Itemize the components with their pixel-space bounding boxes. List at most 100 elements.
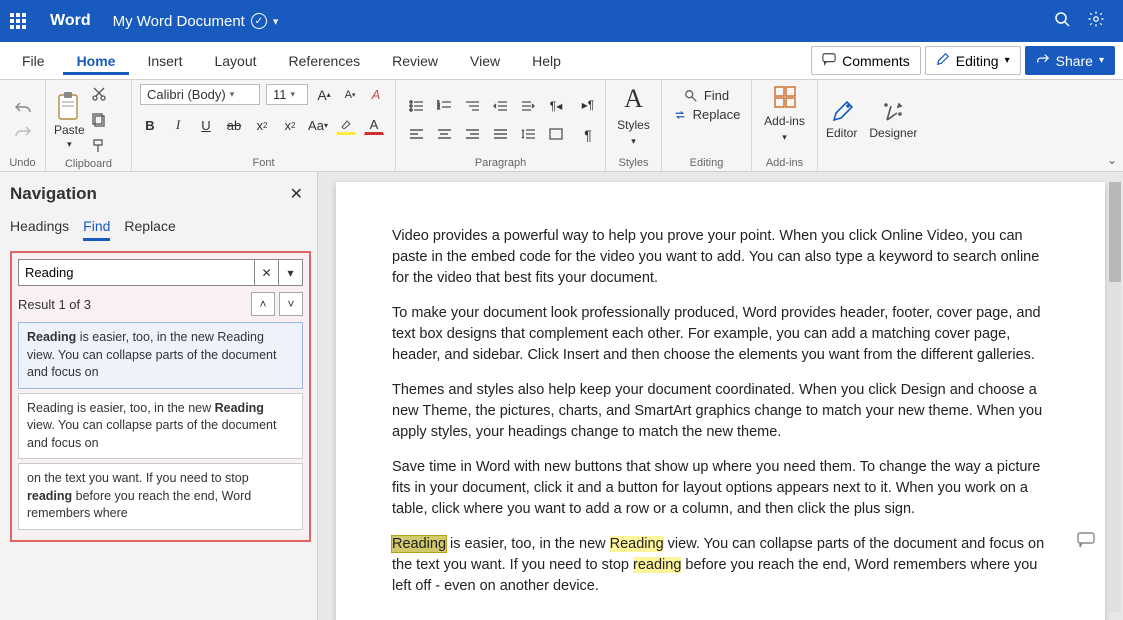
find-hit[interactable]: on the text you want. If you need to sto… bbox=[18, 463, 303, 530]
comment-indicator-icon[interactable] bbox=[1077, 532, 1095, 553]
replace-button[interactable]: Replace bbox=[673, 107, 741, 122]
styles-button[interactable]: A Styles ▾ bbox=[614, 84, 653, 155]
menu-home[interactable]: Home bbox=[63, 47, 130, 75]
menu-file[interactable]: File bbox=[8, 47, 59, 75]
paragraph[interactable]: To make your document look professionall… bbox=[392, 303, 1049, 366]
paragraph[interactable]: Reading is easier, too, in the new Readi… bbox=[392, 534, 1049, 597]
chevron-down-icon: ▾ bbox=[67, 139, 72, 150]
menu-review[interactable]: Review bbox=[378, 47, 452, 75]
font-size-select[interactable]: 11▾ bbox=[266, 84, 308, 105]
grow-font-icon[interactable]: A▴ bbox=[314, 85, 334, 105]
app-launcher-icon[interactable] bbox=[10, 13, 32, 29]
doc-title-chevron-icon[interactable]: ▾ bbox=[273, 15, 279, 28]
justify-icon[interactable] bbox=[488, 122, 512, 146]
styles-icon: A bbox=[624, 84, 643, 114]
multilevel-list-icon[interactable] bbox=[460, 94, 484, 118]
paragraph[interactable]: Themes and styles also help keep your do… bbox=[392, 380, 1049, 443]
comment-icon bbox=[822, 52, 836, 69]
paste-button[interactable]: Paste ▾ bbox=[54, 91, 85, 150]
share-button[interactable]: Share ▾ bbox=[1025, 46, 1115, 75]
save-status-icon[interactable]: ✓ bbox=[251, 13, 267, 29]
paragraph[interactable]: Video provides a powerful way to help yo… bbox=[392, 226, 1049, 289]
scrollbar-thumb[interactable] bbox=[1109, 182, 1121, 282]
undo-icon[interactable] bbox=[13, 98, 33, 118]
editing-mode-button[interactable]: Editing ▾ bbox=[925, 46, 1021, 75]
align-right-icon[interactable] bbox=[460, 122, 484, 146]
find-input[interactable] bbox=[18, 259, 255, 286]
decrease-indent-icon[interactable] bbox=[488, 94, 512, 118]
vertical-scrollbar[interactable] bbox=[1109, 182, 1121, 612]
superscript-button[interactable]: x2 bbox=[280, 115, 300, 135]
menu-layout[interactable]: Layout bbox=[200, 47, 270, 75]
find-next-button[interactable]: ˅ bbox=[279, 292, 303, 316]
nav-tab-find[interactable]: Find bbox=[83, 218, 110, 241]
addins-group-label: Add-ins bbox=[760, 155, 809, 169]
clipboard-group-label: Clipboard bbox=[54, 156, 123, 170]
search-highlight: reading bbox=[633, 557, 681, 573]
search-icon[interactable] bbox=[1045, 11, 1079, 32]
find-prev-button[interactable]: ˄ bbox=[251, 292, 275, 316]
menu-references[interactable]: References bbox=[275, 47, 375, 75]
editor-label: Editor bbox=[826, 126, 857, 140]
main-area: Navigation ✕ Headings Find Replace ✕ ▾ R… bbox=[0, 172, 1123, 620]
find-hit[interactable]: Reading is easier, too, in the new Readi… bbox=[18, 322, 303, 389]
strike-button[interactable]: ab bbox=[224, 115, 244, 135]
menu-view[interactable]: View bbox=[456, 47, 514, 75]
nav-tab-replace[interactable]: Replace bbox=[124, 218, 175, 241]
styles-text: Styles bbox=[617, 118, 650, 132]
find-hit[interactable]: Reading is easier, too, in the new Readi… bbox=[18, 393, 303, 460]
increase-indent-icon[interactable] bbox=[516, 94, 540, 118]
clear-format-icon[interactable]: A bbox=[366, 85, 386, 105]
ribbon: Undo Paste ▾ Clipboard Calibri (Body)▾ 1… bbox=[0, 80, 1123, 172]
show-marks-icon[interactable]: ¶ bbox=[576, 123, 600, 147]
ribbon-collapse-icon[interactable]: ⌄ bbox=[1107, 153, 1117, 167]
search-highlight-current: Reading bbox=[392, 536, 446, 552]
bold-button[interactable]: B bbox=[140, 115, 160, 135]
document-page[interactable]: Video provides a powerful way to help yo… bbox=[336, 182, 1105, 620]
highlight-color-button[interactable] bbox=[336, 115, 356, 135]
font-family-select[interactable]: Calibri (Body)▾ bbox=[140, 84, 260, 105]
document-title[interactable]: My Word Document bbox=[113, 13, 245, 30]
nav-tab-headings[interactable]: Headings bbox=[10, 218, 69, 241]
underline-button[interactable]: U bbox=[196, 115, 216, 135]
find-options-chevron-icon[interactable]: ▾ bbox=[279, 259, 303, 286]
navigation-pane: Navigation ✕ Headings Find Replace ✕ ▾ R… bbox=[0, 172, 318, 620]
cut-icon[interactable] bbox=[89, 84, 109, 104]
subscript-button[interactable]: x2 bbox=[252, 115, 272, 135]
find-button[interactable]: Find bbox=[684, 88, 729, 103]
addins-text: Add-ins bbox=[764, 114, 805, 128]
nav-title: Navigation bbox=[10, 184, 97, 204]
menu-insert[interactable]: Insert bbox=[133, 47, 196, 75]
title-bar: Word My Word Document ✓ ▾ bbox=[0, 0, 1123, 42]
nav-close-icon[interactable]: ✕ bbox=[290, 184, 303, 204]
copy-icon[interactable] bbox=[89, 110, 109, 130]
font-color-button[interactable]: A bbox=[364, 115, 384, 135]
editor-button[interactable]: Editor bbox=[826, 100, 857, 140]
paragraph[interactable]: Save time in Word with new buttons that … bbox=[392, 457, 1049, 520]
format-painter-icon[interactable] bbox=[89, 136, 109, 156]
redo-icon[interactable] bbox=[13, 122, 33, 142]
comments-button[interactable]: Comments bbox=[811, 46, 921, 75]
change-case-button[interactable]: Aa▾ bbox=[308, 115, 328, 135]
align-center-icon[interactable] bbox=[432, 122, 456, 146]
bullets-icon[interactable] bbox=[404, 94, 428, 118]
find-clear-icon[interactable]: ✕ bbox=[255, 259, 279, 286]
share-label: Share bbox=[1056, 53, 1093, 69]
pencil-icon bbox=[936, 52, 950, 69]
designer-label: Designer bbox=[869, 126, 917, 140]
align-left-icon[interactable] bbox=[404, 122, 428, 146]
borders-icon[interactable] bbox=[544, 122, 568, 146]
addins-button[interactable]: Add-ins ▾ bbox=[760, 84, 809, 155]
paragraph-ltr-icon[interactable]: ▸¶ bbox=[576, 93, 600, 117]
menu-help[interactable]: Help bbox=[518, 47, 575, 75]
shrink-font-icon[interactable]: A▾ bbox=[340, 85, 360, 105]
share-icon bbox=[1036, 52, 1050, 69]
numbering-icon[interactable]: 12 bbox=[432, 94, 456, 118]
settings-gear-icon[interactable] bbox=[1079, 10, 1113, 33]
paragraph-rtl-icon[interactable]: ¶◂ bbox=[544, 94, 568, 118]
find-result-count: Result 1 of 3 bbox=[18, 297, 91, 312]
line-spacing-icon[interactable] bbox=[516, 122, 540, 146]
designer-button[interactable]: Designer bbox=[869, 100, 917, 140]
italic-button[interactable]: I bbox=[168, 115, 188, 135]
document-area[interactable]: Video provides a powerful way to help yo… bbox=[318, 172, 1123, 620]
